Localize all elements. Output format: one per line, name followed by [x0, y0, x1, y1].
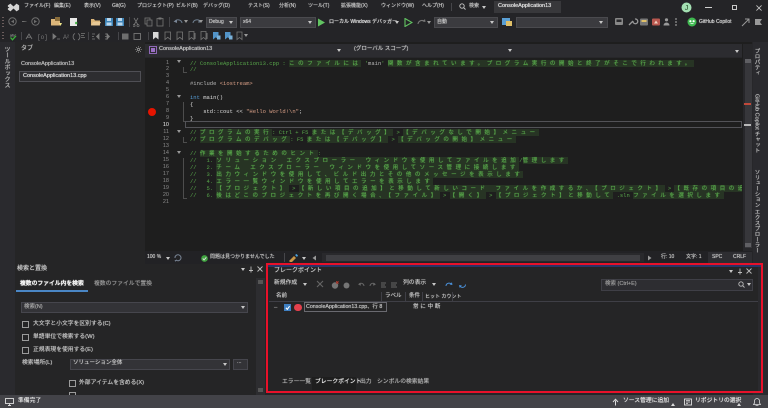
svg-text:[o]: [o]	[37, 34, 48, 41]
svg-text:A²: A²	[63, 35, 69, 41]
svg-text:J: J	[685, 5, 689, 12]
